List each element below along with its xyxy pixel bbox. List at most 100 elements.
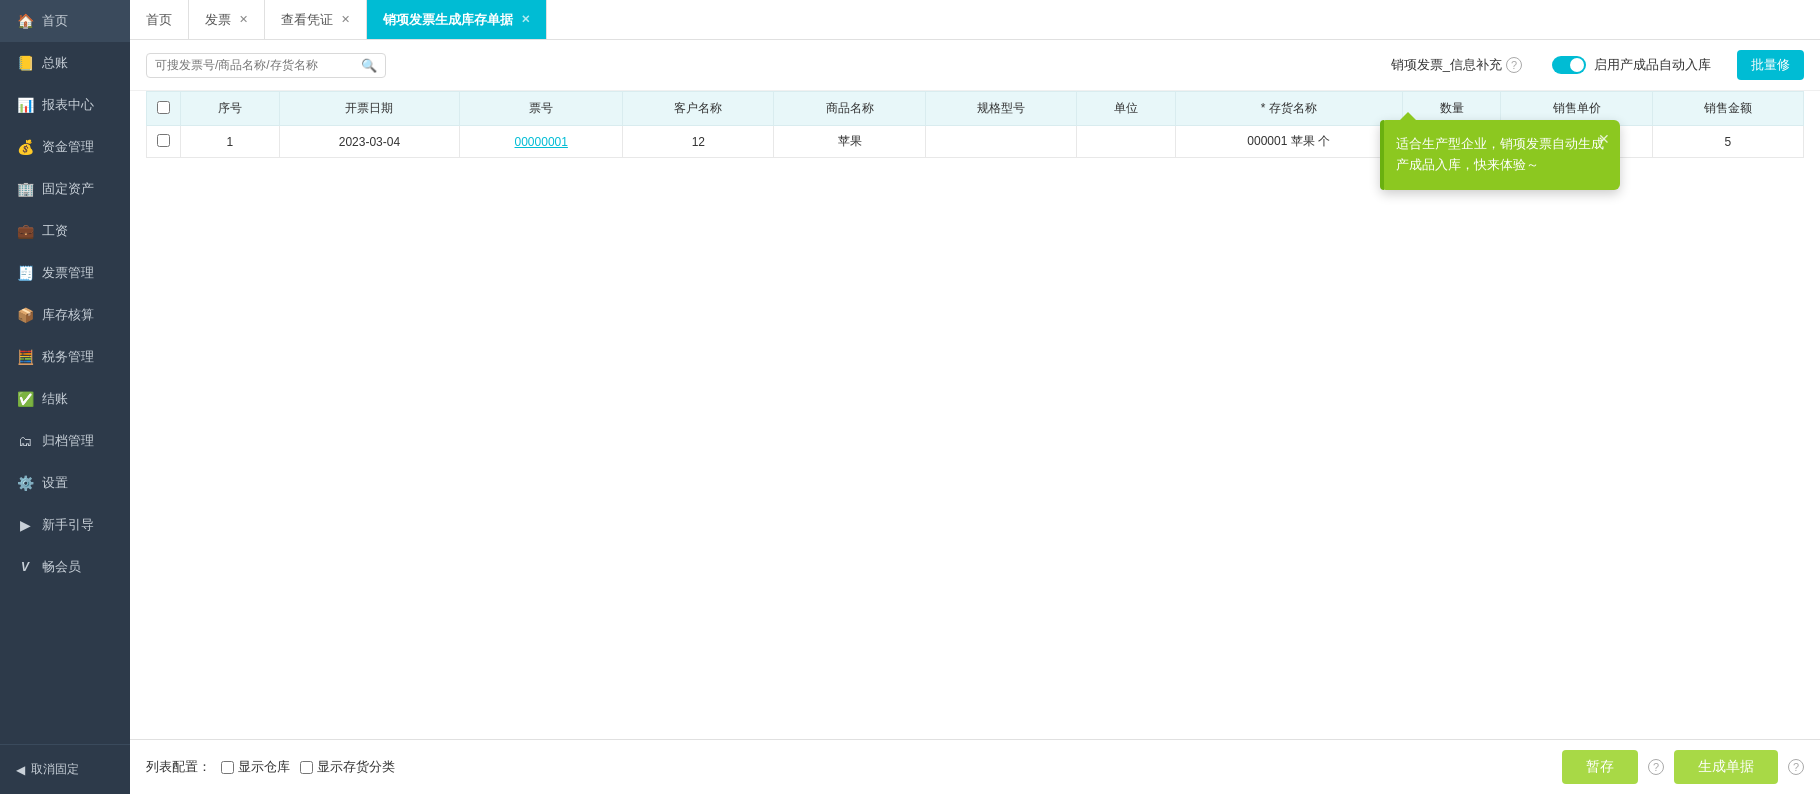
row-checkbox-cell <box>147 126 181 158</box>
sidebar-item-ledger[interactable]: 📒 总账 <box>0 42 130 84</box>
row-stock: 000001 苹果 个 <box>1175 126 1402 158</box>
sidebar-item-wages-label: 工资 <box>42 222 68 240</box>
tooltip-close-button[interactable]: ✕ <box>1598 128 1610 150</box>
archive-icon: 🗂 <box>16 433 34 449</box>
main-content: 首页 发票 ✕ 查看凭证 ✕ 销项发票生成库存单据 ✕ 🔍 销项发票_信息补充 … <box>130 0 1820 794</box>
tooltip-popup: ✕ 适合生产型企业，销项发票自动生成产成品入库，快来体验～ <box>1380 120 1620 190</box>
list-config: 列表配置： 显示仓库 显示存货分类 <box>146 758 395 776</box>
select-all-checkbox[interactable] <box>157 101 170 114</box>
row-customer: 12 <box>623 126 774 158</box>
tab-generate-label: 销项发票生成库存单据 <box>383 11 513 29</box>
sidebar-item-inventory-label: 库存核算 <box>42 306 94 324</box>
row-unit <box>1076 126 1175 158</box>
row-number: 00000001 <box>460 126 623 158</box>
sidebar-bottom: ◀ 取消固定 <box>0 744 130 794</box>
inventory-icon: 📦 <box>16 307 34 323</box>
unfix-sidebar-button[interactable]: ◀ 取消固定 <box>0 753 130 786</box>
sidebar-item-invoices[interactable]: 🧾 发票管理 <box>0 252 130 294</box>
show-warehouse-checkbox[interactable] <box>221 761 234 774</box>
show-warehouse-label[interactable]: 显示仓库 <box>221 758 290 776</box>
info-label-area: 销项发票_信息补充 ? <box>1391 56 1522 74</box>
show-category-text: 显示存货分类 <box>317 758 395 776</box>
tab-invoice-close[interactable]: ✕ <box>239 13 248 26</box>
th-goods: 商品名称 <box>774 92 925 126</box>
generate-info-icon[interactable]: ? <box>1788 759 1804 775</box>
bottom-bar: 列表配置： 显示仓库 显示存货分类 暂存 ? 生成单据 ? <box>130 739 1820 794</box>
sidebar-item-assets-label: 固定资产 <box>42 180 94 198</box>
row-seq: 1 <box>181 126 280 158</box>
sidebar-item-funds[interactable]: 💰 资金管理 <box>0 126 130 168</box>
th-seq: 序号 <box>181 92 280 126</box>
sidebar-item-assets[interactable]: 🏢 固定资产 <box>0 168 130 210</box>
sidebar-item-tax-label: 税务管理 <box>42 348 94 366</box>
sidebar-item-invoices-label: 发票管理 <box>42 264 94 282</box>
auto-warehouse-toggle[interactable] <box>1552 56 1586 74</box>
tab-invoice[interactable]: 发票 ✕ <box>189 0 265 39</box>
list-config-label: 列表配置： <box>146 758 211 776</box>
tab-generate-close[interactable]: ✕ <box>521 13 530 26</box>
toggle-label: 启用产成品自动入库 <box>1594 56 1711 74</box>
row-number-link[interactable]: 00000001 <box>515 135 568 149</box>
th-date: 开票日期 <box>279 92 460 126</box>
tax-icon: 🧮 <box>16 349 34 365</box>
toolbar-row: 🔍 销项发票_信息补充 ? 启用产成品自动入库 批量修 <box>130 40 1820 91</box>
th-number: 票号 <box>460 92 623 126</box>
wages-icon: 💼 <box>16 223 34 239</box>
sidebar-item-settings[interactable]: ⚙️ 设置 <box>0 462 130 504</box>
ledger-icon: 📒 <box>16 55 34 71</box>
sidebar-item-vip[interactable]: V 畅会员 <box>0 546 130 588</box>
tab-bar: 首页 发票 ✕ 查看凭证 ✕ 销项发票生成库存单据 ✕ <box>130 0 1820 40</box>
row-checkbox[interactable] <box>157 134 170 147</box>
th-checkbox <box>147 92 181 126</box>
sidebar-item-guide[interactable]: ▶ 新手引导 <box>0 504 130 546</box>
sidebar-item-inventory[interactable]: 📦 库存核算 <box>0 294 130 336</box>
unfix-label: 取消固定 <box>31 761 79 778</box>
unfix-icon: ◀ <box>16 763 25 777</box>
sidebar-item-reports-label: 报表中心 <box>42 96 94 114</box>
show-warehouse-text: 显示仓库 <box>238 758 290 776</box>
funds-icon: 💰 <box>16 139 34 155</box>
invoices-icon: 🧾 <box>16 265 34 281</box>
sidebar-item-home-label: 首页 <box>42 12 68 30</box>
save-info-icon[interactable]: ? <box>1648 759 1664 775</box>
sidebar-item-settle-label: 结账 <box>42 390 68 408</box>
show-category-label[interactable]: 显示存货分类 <box>300 758 395 776</box>
home-icon: 🏠 <box>16 13 34 29</box>
tab-voucher-close[interactable]: ✕ <box>341 13 350 26</box>
tooltip-bar <box>1380 120 1384 190</box>
tab-invoice-label: 发票 <box>205 11 231 29</box>
sidebar-item-guide-label: 新手引导 <box>42 516 94 534</box>
tab-home-label: 首页 <box>146 11 172 29</box>
sidebar-item-settle[interactable]: ✅ 结账 <box>0 378 130 420</box>
generate-button[interactable]: 生成单据 <box>1674 750 1778 784</box>
info-icon[interactable]: ? <box>1506 57 1522 73</box>
row-date: 2023-03-04 <box>279 126 460 158</box>
batch-button[interactable]: 批量修 <box>1737 50 1804 80</box>
tab-home[interactable]: 首页 <box>130 0 189 39</box>
search-icon[interactable]: 🔍 <box>361 58 377 73</box>
sidebar-item-tax[interactable]: 🧮 税务管理 <box>0 336 130 378</box>
info-label-text: 销项发票_信息补充 <box>1391 56 1502 74</box>
search-box[interactable]: 🔍 <box>146 53 386 78</box>
tooltip-text: 适合生产型企业，销项发票自动生成产成品入库，快来体验～ <box>1396 136 1604 172</box>
th-spec: 规格型号 <box>925 92 1076 126</box>
toggle-area: 启用产成品自动入库 <box>1552 56 1711 74</box>
sidebar-item-archive[interactable]: 🗂 归档管理 <box>0 420 130 462</box>
guide-icon: ▶ <box>16 517 34 533</box>
tab-voucher[interactable]: 查看凭证 ✕ <box>265 0 367 39</box>
sidebar-item-home[interactable]: 🏠 首页 <box>0 0 130 42</box>
sidebar-item-vip-label: 畅会员 <box>42 558 81 576</box>
sidebar-item-wages[interactable]: 💼 工资 <box>0 210 130 252</box>
show-category-checkbox[interactable] <box>300 761 313 774</box>
sidebar-item-reports[interactable]: 📊 报表中心 <box>0 84 130 126</box>
th-amount: 销售金额 <box>1652 92 1803 126</box>
search-input[interactable] <box>155 58 355 72</box>
save-button[interactable]: 暂存 <box>1562 750 1638 784</box>
tab-generate[interactable]: 销项发票生成库存单据 ✕ <box>367 0 547 39</box>
row-spec <box>925 126 1076 158</box>
assets-icon: 🏢 <box>16 181 34 197</box>
sidebar-item-funds-label: 资金管理 <box>42 138 94 156</box>
sidebar-item-archive-label: 归档管理 <box>42 432 94 450</box>
vip-icon: V <box>16 560 34 574</box>
row-amount: 5 <box>1652 126 1803 158</box>
